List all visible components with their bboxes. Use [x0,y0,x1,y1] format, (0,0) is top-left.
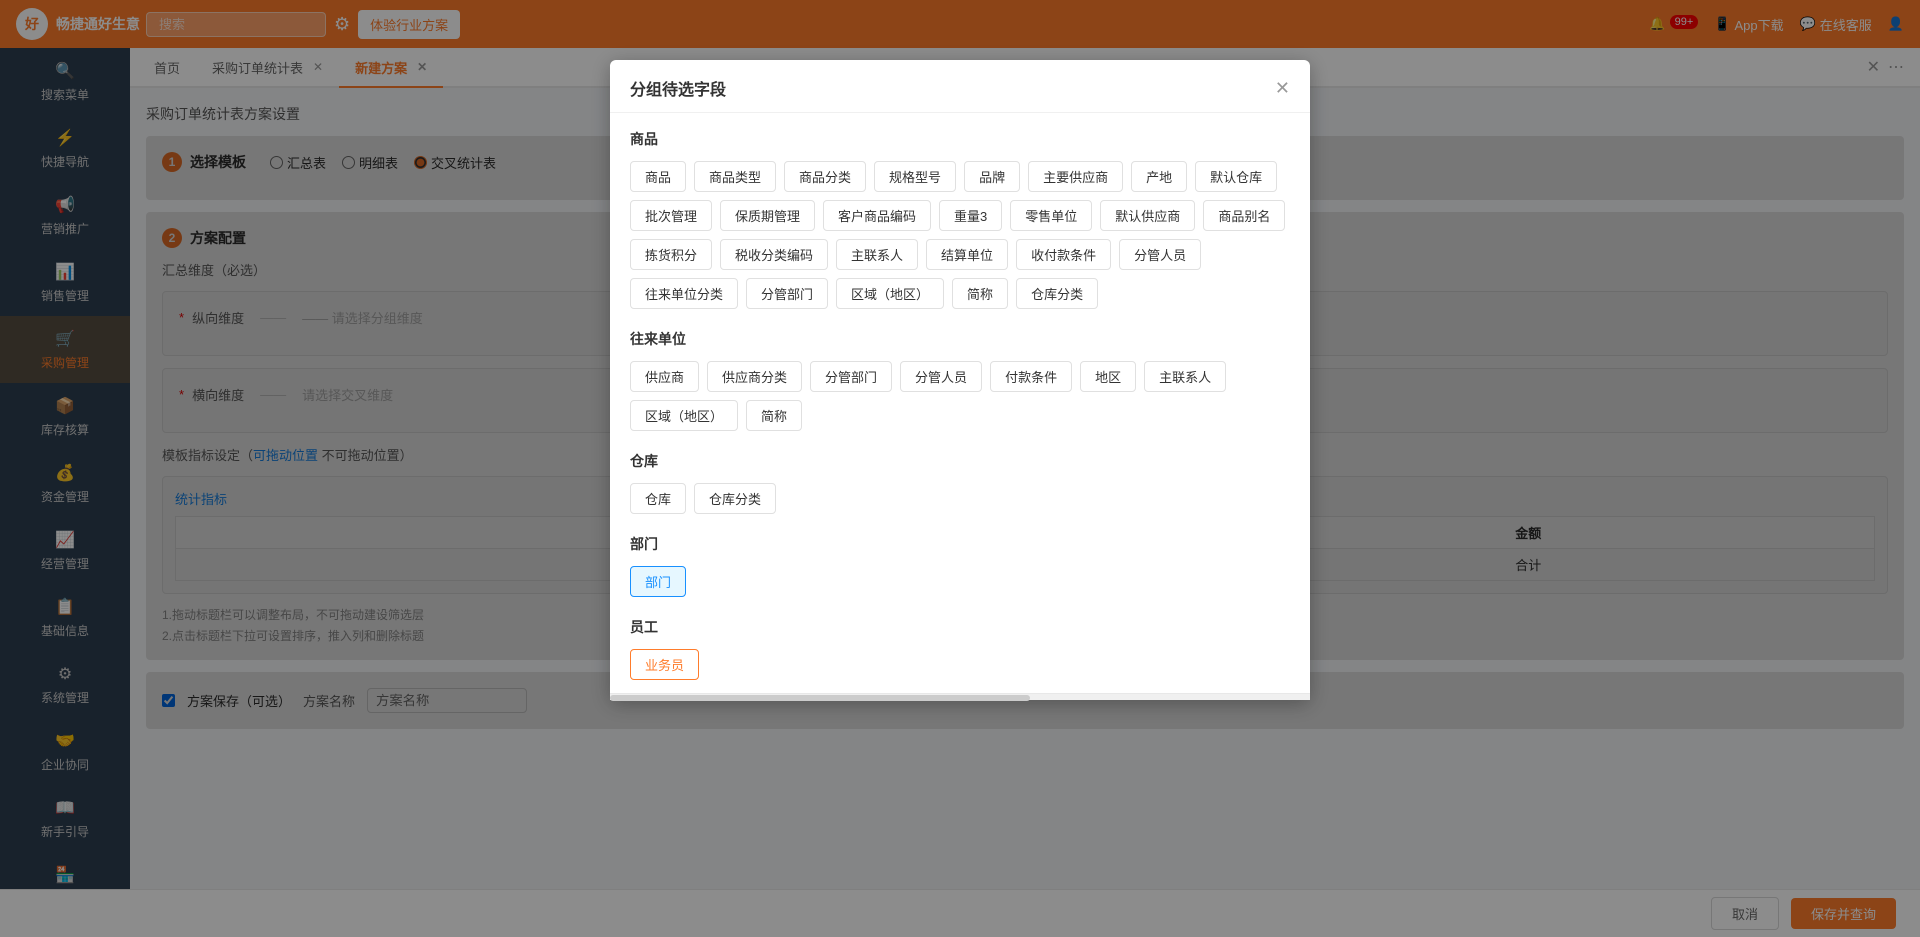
field-dept-managed2[interactable]: 分管部门 [810,361,892,392]
goods-field-grid: 商品 商品类型 商品分类 规格型号 品牌 主要供应商 产地 默认仓库 批次管理 … [630,161,1290,309]
field-main-contact2[interactable]: 主联系人 [1144,361,1226,392]
field-retail-unit[interactable]: 零售单位 [1010,200,1092,231]
field-supplier-cat[interactable]: 供应商分类 [707,361,802,392]
field-dept[interactable]: 部门 [630,566,686,597]
field-dept-managed[interactable]: 分管部门 [746,278,828,309]
field-main-supplier[interactable]: 主要供应商 [1028,161,1123,192]
section-goods-title: 商品 [630,129,1290,149]
field-warehouse-cat[interactable]: 仓库分类 [1016,278,1098,309]
field-warehouse-category[interactable]: 仓库分类 [694,483,776,514]
dept-field-grid: 部门 [630,566,1290,597]
field-goods-category[interactable]: 商品分类 [784,161,866,192]
section-partner-title: 往来单位 [630,329,1290,349]
field-pick-points[interactable]: 拣货积分 [630,239,712,270]
field-expiry-mgmt[interactable]: 保质期管理 [720,200,815,231]
modal-horizontal-scrollbar[interactable] [610,693,1310,700]
field-short-name2[interactable]: 简称 [746,400,802,431]
field-origin[interactable]: 产地 [1131,161,1187,192]
field-spec-type[interactable]: 规格型号 [874,161,956,192]
section-dept-title: 部门 [630,534,1290,554]
modal-close-button[interactable]: ✕ [1275,78,1290,99]
field-tax-code[interactable]: 税收分类编码 [720,239,828,270]
field-default-warehouse[interactable]: 默认仓库 [1195,161,1277,192]
field-goods[interactable]: 商品 [630,161,686,192]
field-salesman[interactable]: 业务员 [630,649,699,680]
employee-field-grid: 业务员 [630,649,1290,680]
field-managed-person[interactable]: 分管人员 [900,361,982,392]
field-settlement-unit[interactable]: 结算单位 [926,239,1008,270]
field-region[interactable]: 区域（地区） [836,278,944,309]
field-from-unit-cat[interactable]: 往来单位分类 [630,278,738,309]
field-manager[interactable]: 分管人员 [1119,239,1201,270]
modal: 分组待选字段 ✕ 商品 商品 商品类型 商品分类 规格型号 品牌 主要供应商 产… [610,60,1310,700]
field-weight3[interactable]: 重量3 [939,200,1002,231]
partner-field-grid: 供应商 供应商分类 分管部门 分管人员 付款条件 地区 主联系人 区域（地区） … [630,361,1290,431]
field-default-supplier[interactable]: 默认供应商 [1100,200,1195,231]
field-supplier[interactable]: 供应商 [630,361,699,392]
field-brand[interactable]: 品牌 [964,161,1020,192]
field-goods-type[interactable]: 商品类型 [694,161,776,192]
field-region3[interactable]: 区域（地区） [630,400,738,431]
section-warehouse-title: 仓库 [630,451,1290,471]
section-employee-title: 员工 [630,617,1290,637]
field-goods-alias[interactable]: 商品别名 [1203,200,1285,231]
scrollbar-thumb-h [610,695,1030,701]
warehouse-field-grid: 仓库 仓库分类 [630,483,1290,514]
field-warehouse[interactable]: 仓库 [630,483,686,514]
modal-body[interactable]: 商品 商品 商品类型 商品分类 规格型号 品牌 主要供应商 产地 默认仓库 批次… [610,113,1310,693]
section-goods: 商品 商品 商品类型 商品分类 规格型号 品牌 主要供应商 产地 默认仓库 批次… [630,129,1290,309]
modal-title: 分组待选字段 [630,76,726,100]
section-partner: 往来单位 供应商 供应商分类 分管部门 分管人员 付款条件 地区 主联系人 区域… [630,329,1290,431]
field-payment-terms[interactable]: 收付款条件 [1016,239,1111,270]
modal-header: 分组待选字段 ✕ [610,60,1310,113]
section-warehouse: 仓库 仓库 仓库分类 [630,451,1290,514]
field-main-contact[interactable]: 主联系人 [836,239,918,270]
field-customer-code[interactable]: 客户商品编码 [823,200,931,231]
section-employee: 员工 业务员 [630,617,1290,680]
field-region2[interactable]: 地区 [1080,361,1136,392]
field-payment-cond[interactable]: 付款条件 [990,361,1072,392]
modal-overlay: 分组待选字段 ✕ 商品 商品 商品类型 商品分类 规格型号 品牌 主要供应商 产… [0,0,1920,937]
field-batch-mgmt[interactable]: 批次管理 [630,200,712,231]
section-dept: 部门 部门 [630,534,1290,597]
field-short-name[interactable]: 简称 [952,278,1008,309]
